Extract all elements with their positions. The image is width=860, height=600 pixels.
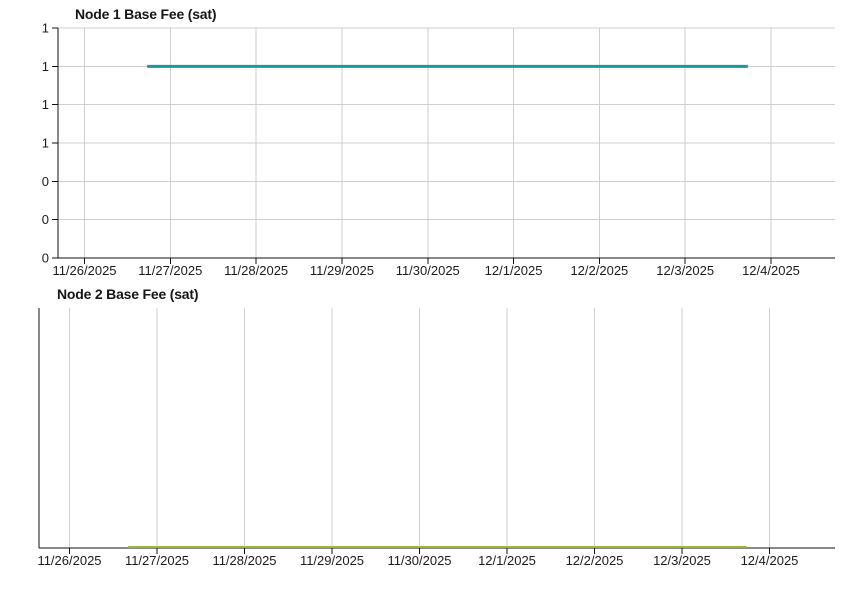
x-tick-label: 11/30/2025 — [387, 553, 451, 568]
x-tick-label: 12/2/2025 — [566, 553, 624, 568]
x-tick-label: 11/26/2025 — [37, 553, 101, 568]
x-tick-label: 11/27/2025 — [125, 553, 189, 568]
x-tick-label: 12/3/2025 — [653, 553, 711, 568]
x-tick-label: 11/28/2025 — [212, 553, 276, 568]
x-tick-label: 11/29/2025 — [300, 553, 364, 568]
x-tick-label: 12/1/2025 — [478, 553, 536, 568]
node2-chart-plot: 11/26/2025 11/27/2025 11/28/2025 11/29/2025… — [37, 308, 835, 568]
x-tick-label: 12/4/2025 — [741, 553, 799, 568]
